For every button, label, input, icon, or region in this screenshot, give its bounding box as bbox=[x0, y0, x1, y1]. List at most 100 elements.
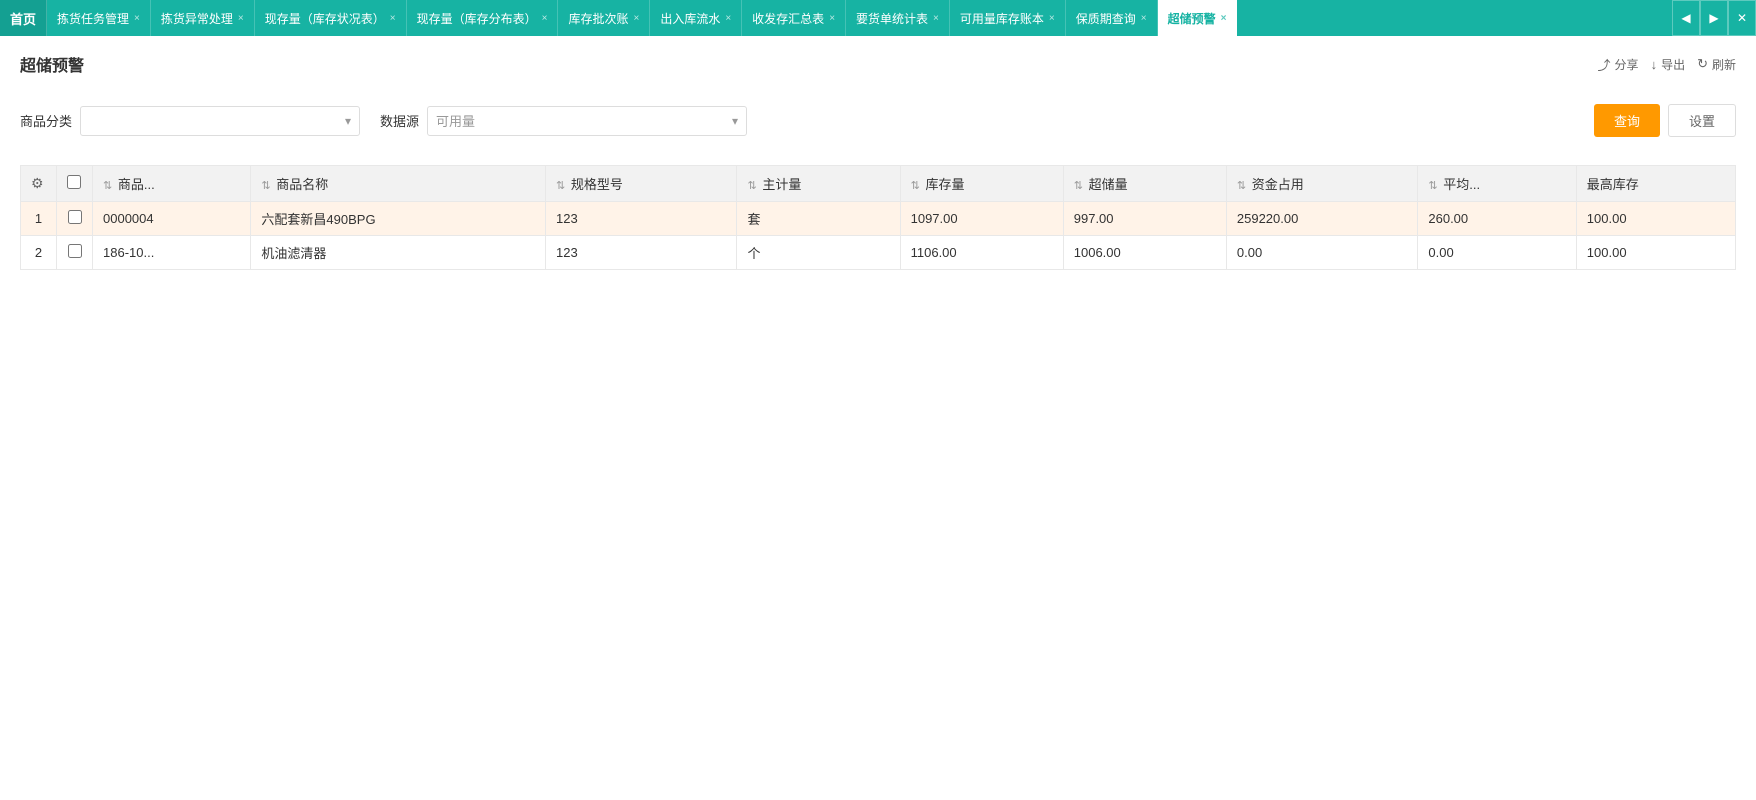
nav-arrows: ◀ ▶ ✕ bbox=[1672, 0, 1756, 36]
cell-overstock: 1006.00 bbox=[1063, 236, 1226, 270]
close-icon[interactable]: × bbox=[1141, 13, 1147, 24]
row-checkbox[interactable] bbox=[68, 210, 82, 224]
sort-icon bbox=[1428, 177, 1439, 192]
sort-icon bbox=[1074, 177, 1085, 192]
export-icon: ↓ bbox=[1651, 57, 1658, 72]
close-icon[interactable]: × bbox=[390, 13, 396, 24]
close-icon[interactable]: × bbox=[1221, 13, 1227, 24]
nav-label: 现存量（库存分布表） bbox=[417, 10, 537, 27]
refresh-label: 刷新 bbox=[1712, 56, 1736, 73]
settings-button[interactable]: 设置 bbox=[1668, 104, 1736, 137]
nav-label: 拣货异常处理 bbox=[161, 10, 233, 27]
filter-bar: 商品分类 数据源 可用量 查询 设置 bbox=[20, 92, 1736, 149]
nav-item-overstock-alert[interactable]: 超储预警 × bbox=[1158, 0, 1238, 36]
page-content: 超储预警 ⤴ 分享 ↓ 导出 ↻ 刷新 商品分类 数据源 bbox=[0, 36, 1756, 800]
gear-icon bbox=[31, 176, 44, 191]
refresh-button[interactable]: ↻ 刷新 bbox=[1697, 56, 1736, 73]
th-label: 库存量 bbox=[925, 177, 964, 192]
row-num: 2 bbox=[21, 236, 57, 270]
nav-label: 出入库流水 bbox=[660, 10, 720, 27]
nav-label: 库存批次账 bbox=[568, 10, 628, 27]
datasource-select[interactable]: 可用量 bbox=[427, 106, 747, 136]
cell-stock: 1106.00 bbox=[900, 236, 1063, 270]
close-icon[interactable]: × bbox=[725, 13, 731, 24]
table-row: 1 0000004 六配套新昌490BPG 123 套 1097.00 997.… bbox=[21, 202, 1736, 236]
th-label: 商品名称 bbox=[276, 177, 328, 192]
nav-arrow-right[interactable]: ▶ bbox=[1700, 0, 1728, 36]
nav-item-collect-summary[interactable]: 收发存汇总表 × bbox=[742, 0, 846, 36]
close-icon[interactable]: × bbox=[542, 13, 548, 24]
nav-item-inventory-status[interactable]: 现存量（库存状况表） × bbox=[255, 0, 407, 36]
nav-item-task-mgmt[interactable]: 拣货任务管理 × bbox=[47, 0, 151, 36]
th-capital[interactable]: 资金占用 bbox=[1226, 166, 1417, 202]
cell-product-name: 机油滤清器 bbox=[251, 236, 546, 270]
nav-label: 现存量（库存状况表） bbox=[265, 10, 385, 27]
close-icon[interactable]: × bbox=[633, 13, 639, 24]
cell-product-code: 186-10... bbox=[93, 236, 251, 270]
row-checkbox[interactable] bbox=[68, 244, 82, 258]
category-select[interactable] bbox=[80, 106, 360, 136]
cell-spec: 123 bbox=[545, 202, 736, 236]
th-unit[interactable]: 主计量 bbox=[737, 166, 900, 202]
cell-max-stock: 100.00 bbox=[1576, 236, 1735, 270]
cell-product-code: 0000004 bbox=[93, 202, 251, 236]
nav-item-quality-check[interactable]: 保质期查询 × bbox=[1066, 0, 1158, 36]
nav-label: 收发存汇总表 bbox=[752, 10, 824, 27]
cell-overstock: 997.00 bbox=[1063, 202, 1226, 236]
nav-item-abnormal-proc[interactable]: 拣货异常处理 × bbox=[151, 0, 255, 36]
th-spec[interactable]: 规格型号 bbox=[545, 166, 736, 202]
sort-icon bbox=[747, 177, 758, 192]
th-label: 资金占用 bbox=[1252, 177, 1304, 192]
export-button[interactable]: ↓ 导出 bbox=[1651, 56, 1686, 73]
sort-icon bbox=[911, 177, 922, 192]
datasource-filter: 数据源 可用量 bbox=[380, 106, 747, 136]
nav-item-inout-flow[interactable]: 出入库流水 × bbox=[650, 0, 742, 36]
close-icon[interactable]: × bbox=[829, 13, 835, 24]
nav-arrow-left[interactable]: ◀ bbox=[1672, 0, 1700, 36]
th-gear[interactable] bbox=[21, 166, 57, 202]
th-label: 商品... bbox=[118, 177, 155, 192]
filter-actions: 查询 设置 bbox=[1594, 104, 1736, 137]
select-all-checkbox[interactable] bbox=[67, 175, 81, 189]
row-checkbox-cell bbox=[57, 236, 93, 270]
nav-item-inventory-dist[interactable]: 现存量（库存分布表） × bbox=[407, 0, 559, 36]
query-button[interactable]: 查询 bbox=[1594, 104, 1660, 137]
th-avg[interactable]: 平均... bbox=[1418, 166, 1576, 202]
th-overstock[interactable]: 超储量 bbox=[1063, 166, 1226, 202]
cell-max-stock: 100.00 bbox=[1576, 202, 1735, 236]
th-checkbox bbox=[57, 166, 93, 202]
nav-label: 拣货任务管理 bbox=[57, 10, 129, 27]
close-icon[interactable]: × bbox=[238, 13, 244, 24]
th-stock[interactable]: 库存量 bbox=[900, 166, 1063, 202]
cell-avg: 260.00 bbox=[1418, 202, 1576, 236]
nav-item-order-stats[interactable]: 要货单统计表 × bbox=[846, 0, 950, 36]
cell-unit: 套 bbox=[737, 202, 900, 236]
share-icon: ⤴ bbox=[1598, 55, 1611, 74]
close-icon[interactable]: × bbox=[134, 13, 140, 24]
sort-icon bbox=[556, 177, 567, 192]
nav-item-batch-ledger[interactable]: 库存批次账 × bbox=[558, 0, 650, 36]
th-product-name[interactable]: 商品名称 bbox=[251, 166, 546, 202]
chevron-down-icon bbox=[732, 113, 738, 128]
nav-label: 要货单统计表 bbox=[856, 10, 928, 27]
sort-icon bbox=[103, 177, 114, 192]
close-icon[interactable]: × bbox=[1049, 13, 1055, 24]
cell-unit: 个 bbox=[737, 236, 900, 270]
th-label: 主计量 bbox=[762, 177, 801, 192]
close-icon[interactable]: × bbox=[933, 13, 939, 24]
nav-arrow-close[interactable]: ✕ bbox=[1728, 0, 1756, 36]
share-button[interactable]: ⤴ 分享 bbox=[1598, 55, 1639, 74]
nav-item-available-ledger[interactable]: 可用量库存账本 × bbox=[950, 0, 1066, 36]
th-product-code[interactable]: 商品... bbox=[93, 166, 251, 202]
cell-product-name: 六配套新昌490BPG bbox=[251, 202, 546, 236]
cell-capital: 259220.00 bbox=[1226, 202, 1417, 236]
th-label: 超储量 bbox=[1089, 177, 1128, 192]
th-label: 最高库存 bbox=[1587, 177, 1639, 192]
sort-icon bbox=[1237, 177, 1248, 192]
table-row: 2 186-10... 机油滤清器 123 个 1106.00 1006.00 … bbox=[21, 236, 1736, 270]
nav-home-label: 首页 bbox=[10, 9, 36, 28]
cell-spec: 123 bbox=[545, 236, 736, 270]
category-label: 商品分类 bbox=[20, 111, 72, 130]
nav-item-home[interactable]: 首页 bbox=[0, 0, 47, 36]
nav-label: 保质期查询 bbox=[1076, 10, 1136, 27]
